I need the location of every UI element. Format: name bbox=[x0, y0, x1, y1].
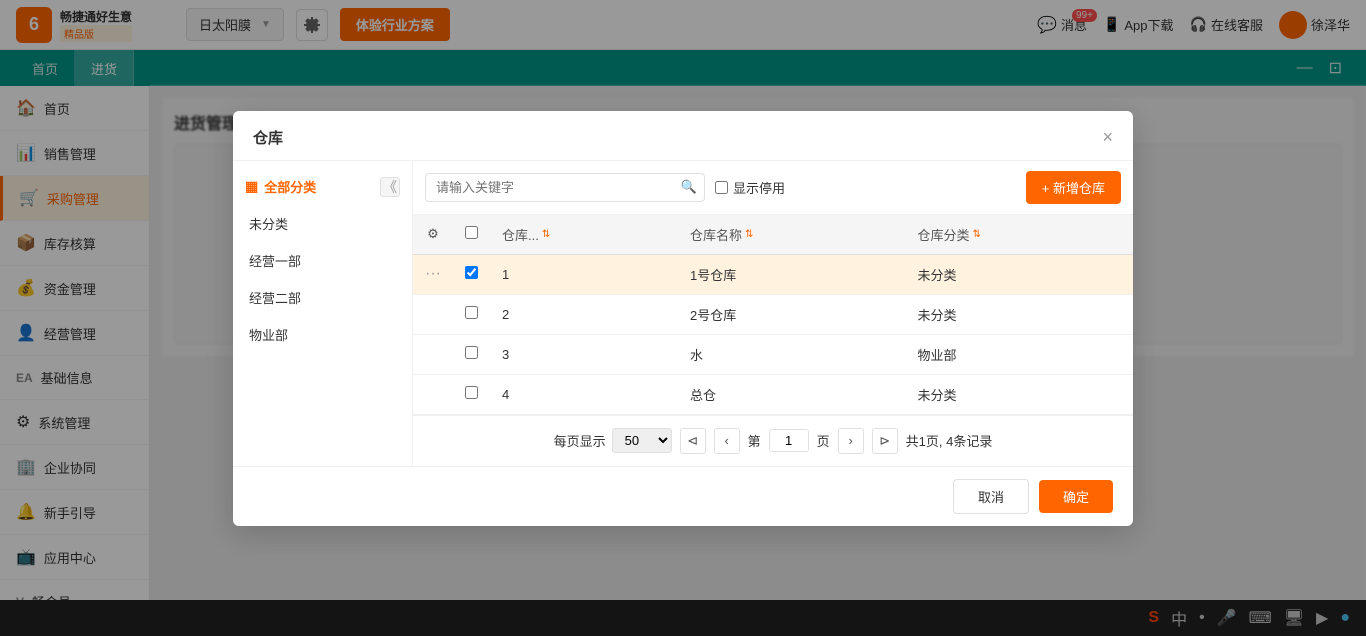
page-summary: 共1页, 4条记录 bbox=[906, 431, 993, 450]
modal-body: ▦ 全部分类 《 未分类 经营一部 经营二部 物业部 🔍 bbox=[233, 161, 1133, 466]
row1-category: 未分类 bbox=[905, 254, 1133, 294]
col-settings: ⚙ bbox=[413, 215, 453, 255]
confirm-button[interactable]: 确定 bbox=[1039, 480, 1113, 513]
row3-name: 水 bbox=[678, 334, 905, 374]
prev-page-button[interactable]: ‹ bbox=[714, 428, 740, 454]
table-wrap: ⚙ 仓库... ⇅ bbox=[413, 215, 1133, 415]
col-category-label: 仓库分类 bbox=[917, 225, 969, 244]
modal-title: 仓库 bbox=[253, 127, 283, 148]
row4-more bbox=[413, 374, 453, 414]
row3-more bbox=[413, 334, 453, 374]
category-all-label: 全部分类 bbox=[264, 177, 316, 196]
modal-footer: 取消 确定 bbox=[233, 466, 1133, 526]
warehouse-modal: 仓库 × ▦ 全部分类 《 未分类 经营一部 经营二部 物业部 bbox=[233, 111, 1133, 526]
table-row[interactable]: 2 2号仓库 未分类 bbox=[413, 294, 1133, 334]
category-header: ▦ 全部分类 《 bbox=[233, 169, 412, 205]
row4-category: 未分类 bbox=[905, 374, 1133, 414]
col-code-label: 仓库... bbox=[502, 225, 539, 244]
col-code-sort[interactable]: 仓库... ⇅ bbox=[502, 225, 550, 244]
search-input[interactable] bbox=[425, 173, 705, 202]
table-toolbar: 🔍 显示停用 + 新增仓库 bbox=[413, 161, 1133, 215]
col-code: 仓库... ⇅ bbox=[490, 215, 678, 255]
page-unit: 页 bbox=[817, 431, 830, 450]
show-disabled-checkbox[interactable] bbox=[715, 181, 728, 194]
show-disabled-label: 显示停用 bbox=[733, 178, 785, 197]
col-category: 仓库分类 ⇅ bbox=[905, 215, 1133, 255]
row3-checkbox[interactable] bbox=[465, 346, 478, 359]
category-panel: ▦ 全部分类 《 未分类 经营一部 经营二部 物业部 bbox=[233, 161, 413, 466]
category-item-property[interactable]: 物业部 bbox=[233, 316, 412, 353]
col-category-sort[interactable]: 仓库分类 ⇅ bbox=[917, 225, 980, 244]
col-name: 仓库名称 ⇅ bbox=[678, 215, 905, 255]
sort-arrows-name: ⇅ bbox=[745, 229, 753, 240]
sort-arrows-category: ⇅ bbox=[973, 229, 981, 240]
grid-icon: ▦ bbox=[245, 178, 258, 195]
col-name-sort[interactable]: 仓库名称 ⇅ bbox=[690, 225, 753, 244]
per-page-label: 每页显示 bbox=[554, 431, 606, 450]
row3-category: 物业部 bbox=[905, 334, 1133, 374]
modal-close-button[interactable]: × bbox=[1102, 128, 1113, 146]
category-all-button[interactable]: ▦ 全部分类 bbox=[245, 177, 316, 196]
row4-name: 总仓 bbox=[678, 374, 905, 414]
warehouse-table: ⚙ 仓库... ⇅ bbox=[413, 215, 1133, 415]
row1-num: 1 bbox=[490, 254, 678, 294]
pagination: 每页显示 50 20 100 ⊲ ‹ 第 页 › ⊳ 共1页, 4条记录 bbox=[413, 415, 1133, 466]
table-row[interactable]: ··· 1 1号仓库 未分类 bbox=[413, 254, 1133, 294]
new-warehouse-button[interactable]: + 新增仓库 bbox=[1026, 171, 1121, 204]
col-checkbox bbox=[453, 215, 490, 255]
row3-num: 3 bbox=[490, 334, 678, 374]
collapse-button[interactable]: 《 bbox=[380, 177, 400, 197]
row1-checkbox-cell bbox=[453, 254, 490, 294]
row2-more bbox=[413, 294, 453, 334]
row4-checkbox[interactable] bbox=[465, 386, 478, 399]
row4-num: 4 bbox=[490, 374, 678, 414]
next-page-button[interactable]: › bbox=[838, 428, 864, 454]
modal-overlay: 仓库 × ▦ 全部分类 《 未分类 经营一部 经营二部 物业部 bbox=[0, 0, 1366, 636]
row2-name: 2号仓库 bbox=[678, 294, 905, 334]
table-row[interactable]: 3 水 物业部 bbox=[413, 334, 1133, 374]
select-all-checkbox[interactable] bbox=[465, 226, 478, 239]
per-page-dropdown[interactable]: 50 20 100 bbox=[612, 428, 672, 453]
row2-checkbox[interactable] bbox=[465, 306, 478, 319]
cancel-button[interactable]: 取消 bbox=[953, 479, 1029, 514]
page-label: 第 bbox=[748, 431, 761, 450]
table-header-row: ⚙ 仓库... ⇅ bbox=[413, 215, 1133, 255]
row3-checkbox-cell bbox=[453, 334, 490, 374]
category-item-dept1[interactable]: 经营一部 bbox=[233, 242, 412, 279]
row1-name: 1号仓库 bbox=[678, 254, 905, 294]
search-input-wrap: 🔍 bbox=[425, 173, 705, 202]
last-page-button[interactable]: ⊳ bbox=[872, 428, 898, 454]
category-item-uncategorized[interactable]: 未分类 bbox=[233, 205, 412, 242]
per-page-select: 每页显示 50 20 100 bbox=[554, 428, 672, 453]
first-page-button[interactable]: ⊲ bbox=[680, 428, 706, 454]
row4-checkbox-cell bbox=[453, 374, 490, 414]
table-panel: 🔍 显示停用 + 新增仓库 ⚙ bbox=[413, 161, 1133, 466]
show-disabled-checkbox-label[interactable]: 显示停用 bbox=[715, 178, 785, 197]
sort-arrows-code: ⇅ bbox=[542, 229, 550, 240]
row2-category: 未分类 bbox=[905, 294, 1133, 334]
search-icon[interactable]: 🔍 bbox=[681, 179, 697, 195]
category-item-dept2[interactable]: 经营二部 bbox=[233, 279, 412, 316]
row2-checkbox-cell bbox=[453, 294, 490, 334]
row1-checkbox[interactable] bbox=[465, 266, 478, 279]
table-row[interactable]: 4 总仓 未分类 bbox=[413, 374, 1133, 414]
row2-num: 2 bbox=[490, 294, 678, 334]
col-name-label: 仓库名称 bbox=[690, 225, 742, 244]
modal-header: 仓库 × bbox=[233, 111, 1133, 161]
row1-more[interactable]: ··· bbox=[413, 254, 453, 294]
page-number-input[interactable] bbox=[769, 429, 809, 452]
